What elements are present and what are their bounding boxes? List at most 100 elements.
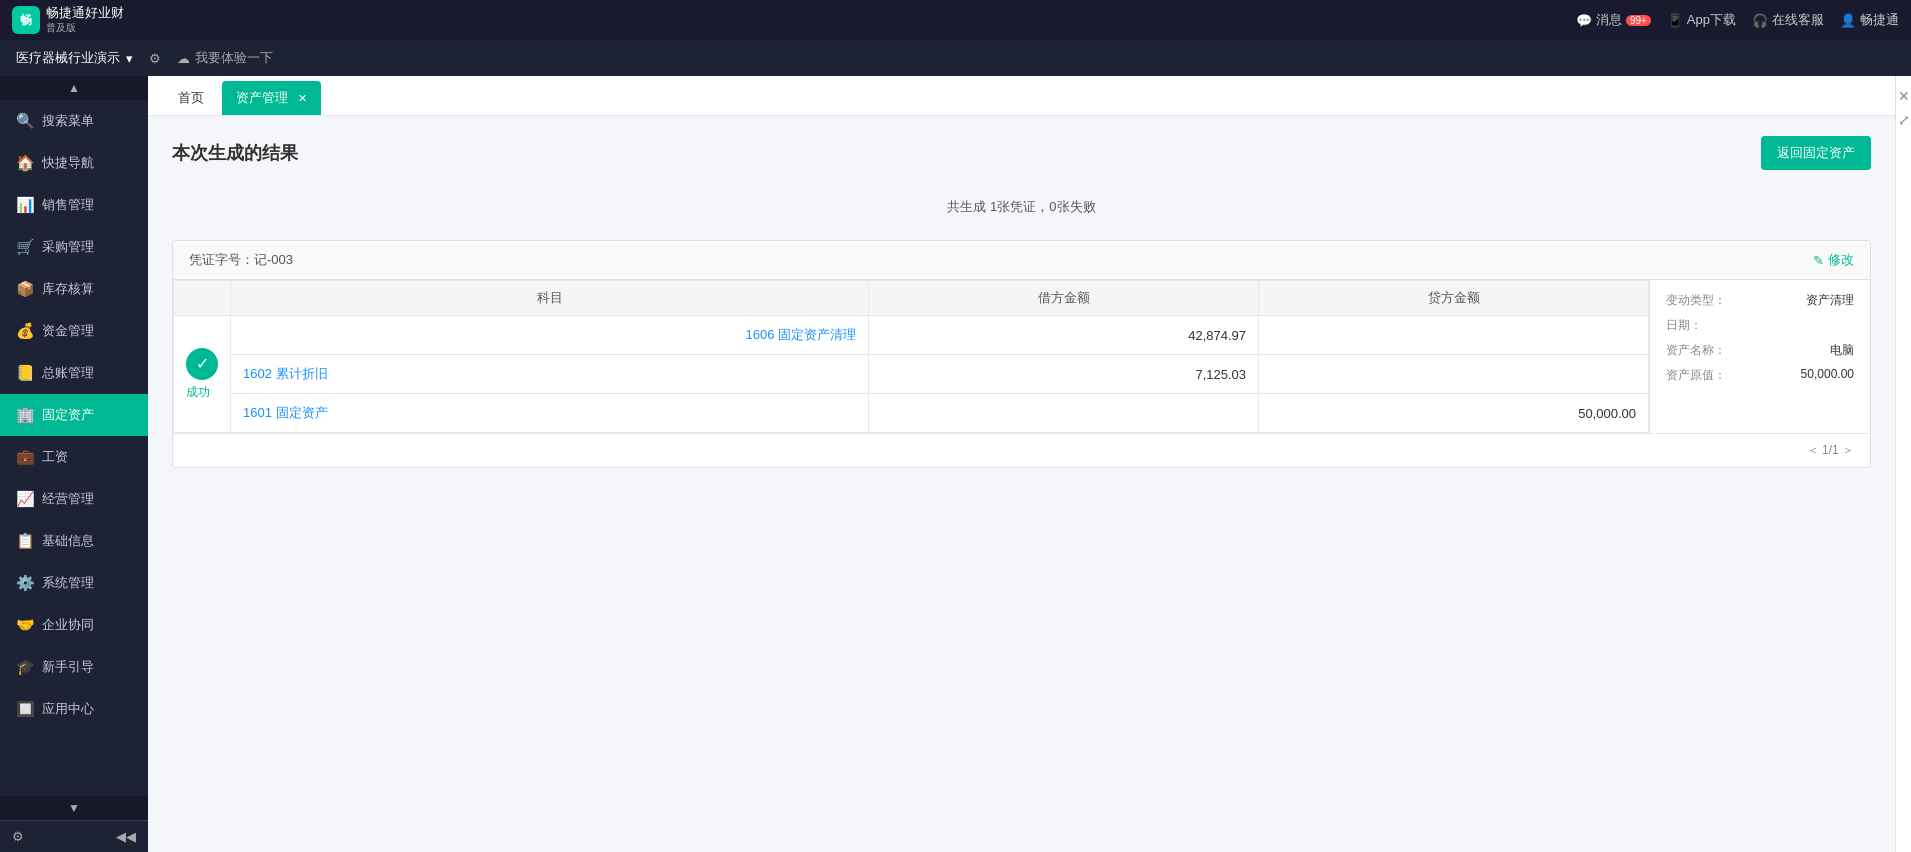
tab-home[interactable]: 首页 <box>164 81 218 115</box>
header-left: 畅 畅捷通好业财 普及版 <box>12 5 124 35</box>
change-type-label: 变动类型： <box>1666 292 1726 309</box>
asset-name-label: 资产名称： <box>1666 342 1726 359</box>
voucher-block: 凭证字号：记-003 ✎ 修改 科目 <box>172 240 1871 468</box>
sidebar-item-label: 应用中心 <box>42 700 94 718</box>
sidebar-item-capital[interactable]: 💰 资金管理 <box>0 310 148 352</box>
online-service-nav[interactable]: 🎧 在线客服 <box>1752 11 1824 29</box>
message-nav[interactable]: 💬 消息 99+ <box>1576 11 1651 29</box>
table-row: ✓ 成功 1606 固定资产清理 42,874.97 <box>174 316 1649 355</box>
credit-col-header: 贷方金额 <box>1259 281 1649 316</box>
voucher-body: 科目 借方金额 贷方金额 ✓ 成功 <box>173 280 1870 433</box>
account-link-1606[interactable]: 1606 固定资产清理 <box>746 327 857 342</box>
sidebar-settings-icon[interactable]: ⚙ <box>12 829 24 844</box>
sidebar-item-label: 采购管理 <box>42 238 94 256</box>
account-link-1601[interactable]: 1601 固定资产 <box>243 405 328 420</box>
sidebar-item-guide[interactable]: 🎓 新手引导 <box>0 646 148 688</box>
company-selector[interactable]: 医疗器械行业演示 ▾ <box>16 49 133 67</box>
logo-area: 畅 畅捷通好业财 普及版 <box>12 5 124 35</box>
service-icon: 🎧 <box>1752 13 1768 28</box>
page-title-row: 本次生成的结果 返回固定资产 <box>172 136 1871 170</box>
sidebar-item-app-center[interactable]: 🔲 应用中心 <box>0 688 148 730</box>
pagination-next[interactable]: ＞ <box>1842 443 1854 457</box>
sidebar-item-ledger[interactable]: 📒 总账管理 <box>0 352 148 394</box>
cart-icon: 🛒 <box>16 238 34 256</box>
asset-name-value: 电脑 <box>1830 342 1854 359</box>
sidebar-item-label: 资金管理 <box>42 322 94 340</box>
sidebar-collapse-icon[interactable]: ◀◀ <box>116 829 136 844</box>
sidebar-scroll: 🔍 搜索菜单 🏠 快捷导航 📊 销售管理 🛒 采购管理 📦 库存核算 💰 <box>0 100 148 796</box>
panel-expand-button[interactable]: ⤢ <box>1894 108 1912 132</box>
debit-cell-1602: 7,125.03 <box>869 355 1259 394</box>
search-icon: 🔍 <box>16 112 34 130</box>
voucher-table: 科目 借方金额 贷方金额 ✓ 成功 <box>173 280 1649 433</box>
app-download-nav[interactable]: 📱 App下载 <box>1667 11 1736 29</box>
sidebar-item-operations[interactable]: 📈 经营管理 <box>0 478 148 520</box>
tab-close-icon[interactable]: ✕ <box>298 92 307 104</box>
page-title: 本次生成的结果 <box>172 141 298 165</box>
voucher-number: 凭证字号：记-003 <box>189 251 293 269</box>
pagination-row: ＜ 1/1 ＞ <box>173 433 1870 467</box>
sidebar-scroll-up[interactable]: ▲ <box>0 76 148 100</box>
summary-bar: 共生成 1张凭证，0张失败 <box>172 190 1871 224</box>
info-asset-name: 资产名称： 电脑 <box>1666 342 1854 359</box>
sidebar-item-sales[interactable]: 📊 销售管理 <box>0 184 148 226</box>
sidebar-item-label: 库存核算 <box>42 280 94 298</box>
logo-text: 畅捷通好业财 <box>46 5 124 21</box>
ledger-icon: 📒 <box>16 364 34 382</box>
voucher-edit-button[interactable]: ✎ 修改 <box>1813 251 1854 269</box>
success-icon: ✓ <box>186 348 218 380</box>
debit-col-header: 借方金额 <box>869 281 1259 316</box>
sidebar-item-basic-info[interactable]: 📋 基础信息 <box>0 520 148 562</box>
sidebar-item-label: 基础信息 <box>42 532 94 550</box>
experience-btn[interactable]: ☁ 我要体验一下 <box>177 49 273 67</box>
app-download-label: App下载 <box>1687 11 1736 29</box>
account-col-header: 科目 <box>231 281 869 316</box>
sidebar-item-search[interactable]: 🔍 搜索菜单 <box>0 100 148 142</box>
asset-original-label: 资产原值： <box>1666 367 1726 384</box>
debit-cell-1606: 42,874.97 <box>869 316 1259 355</box>
message-label: 消息 <box>1596 11 1622 29</box>
account-link-1602[interactable]: 1602 累计折旧 <box>243 366 328 381</box>
cloud-icon: ☁ <box>177 51 190 66</box>
status-cell: ✓ 成功 <box>174 316 231 433</box>
header-right: 💬 消息 99+ 📱 App下载 🎧 在线客服 👤 畅捷通 <box>1576 11 1899 29</box>
panel-close-button[interactable]: ✕ <box>1894 84 1912 108</box>
sidebar-item-payroll[interactable]: 💼 工资 <box>0 436 148 478</box>
grid-icon: 🔲 <box>16 700 34 718</box>
money-icon: 💰 <box>16 322 34 340</box>
date-label: 日期： <box>1666 317 1702 334</box>
sidebar-item-label: 经营管理 <box>42 490 94 508</box>
settings-icon[interactable]: ⚙ <box>149 51 161 66</box>
box-icon: 📦 <box>16 280 34 298</box>
user-nav[interactable]: 👤 畅捷通 <box>1840 11 1899 29</box>
tab-asset-management[interactable]: 资产管理 ✕ <box>222 81 321 115</box>
info-change-type: 变动类型： 资产清理 <box>1666 292 1854 309</box>
return-fixed-assets-button[interactable]: 返回固定资产 <box>1761 136 1871 170</box>
account-cell: 1602 累计折旧 <box>231 355 869 394</box>
download-icon: 📱 <box>1667 13 1683 28</box>
status-col-header <box>174 281 231 316</box>
edit-icon: ✎ <box>1813 253 1824 268</box>
sidebar-item-cooperation[interactable]: 🤝 企业协同 <box>0 604 148 646</box>
main-layout: ▲ 🔍 搜索菜单 🏠 快捷导航 📊 销售管理 🛒 采购管理 📦 库存核算 <box>0 76 1911 852</box>
sidebar-item-label: 销售管理 <box>42 196 94 214</box>
logo-sub: 普及版 <box>46 21 124 35</box>
sidebar-scroll-down[interactable]: ▼ <box>0 796 148 820</box>
sidebar-item-label: 企业协同 <box>42 616 94 634</box>
sidebar-item-system[interactable]: ⚙️ 系统管理 <box>0 562 148 604</box>
sidebar: ▲ 🔍 搜索菜单 🏠 快捷导航 📊 销售管理 🛒 采购管理 📦 库存核算 <box>0 76 148 852</box>
home-icon: 🏠 <box>16 154 34 172</box>
handshake-icon: 🤝 <box>16 616 34 634</box>
sidebar-item-quick-nav[interactable]: 🏠 快捷导航 <box>0 142 148 184</box>
sidebar-bottom: ⚙ ◀◀ <box>0 820 148 852</box>
clipboard-icon: 📋 <box>16 532 34 550</box>
sidebar-item-inventory[interactable]: 📦 库存核算 <box>0 268 148 310</box>
sidebar-item-purchase[interactable]: 🛒 采购管理 <box>0 226 148 268</box>
sidebar-item-label: 总账管理 <box>42 364 94 382</box>
edit-label: 修改 <box>1828 251 1854 269</box>
sidebar-item-fixed-assets[interactable]: 🏢 固定资产 <box>0 394 148 436</box>
logo-icon: 畅 <box>12 6 40 34</box>
pagination-prev[interactable]: ＜ <box>1807 443 1819 457</box>
credit-cell-1602 <box>1259 355 1649 394</box>
voucher-info-section: 变动类型： 资产清理 日期： 资产名称： 电脑 资产原值： <box>1650 280 1870 433</box>
